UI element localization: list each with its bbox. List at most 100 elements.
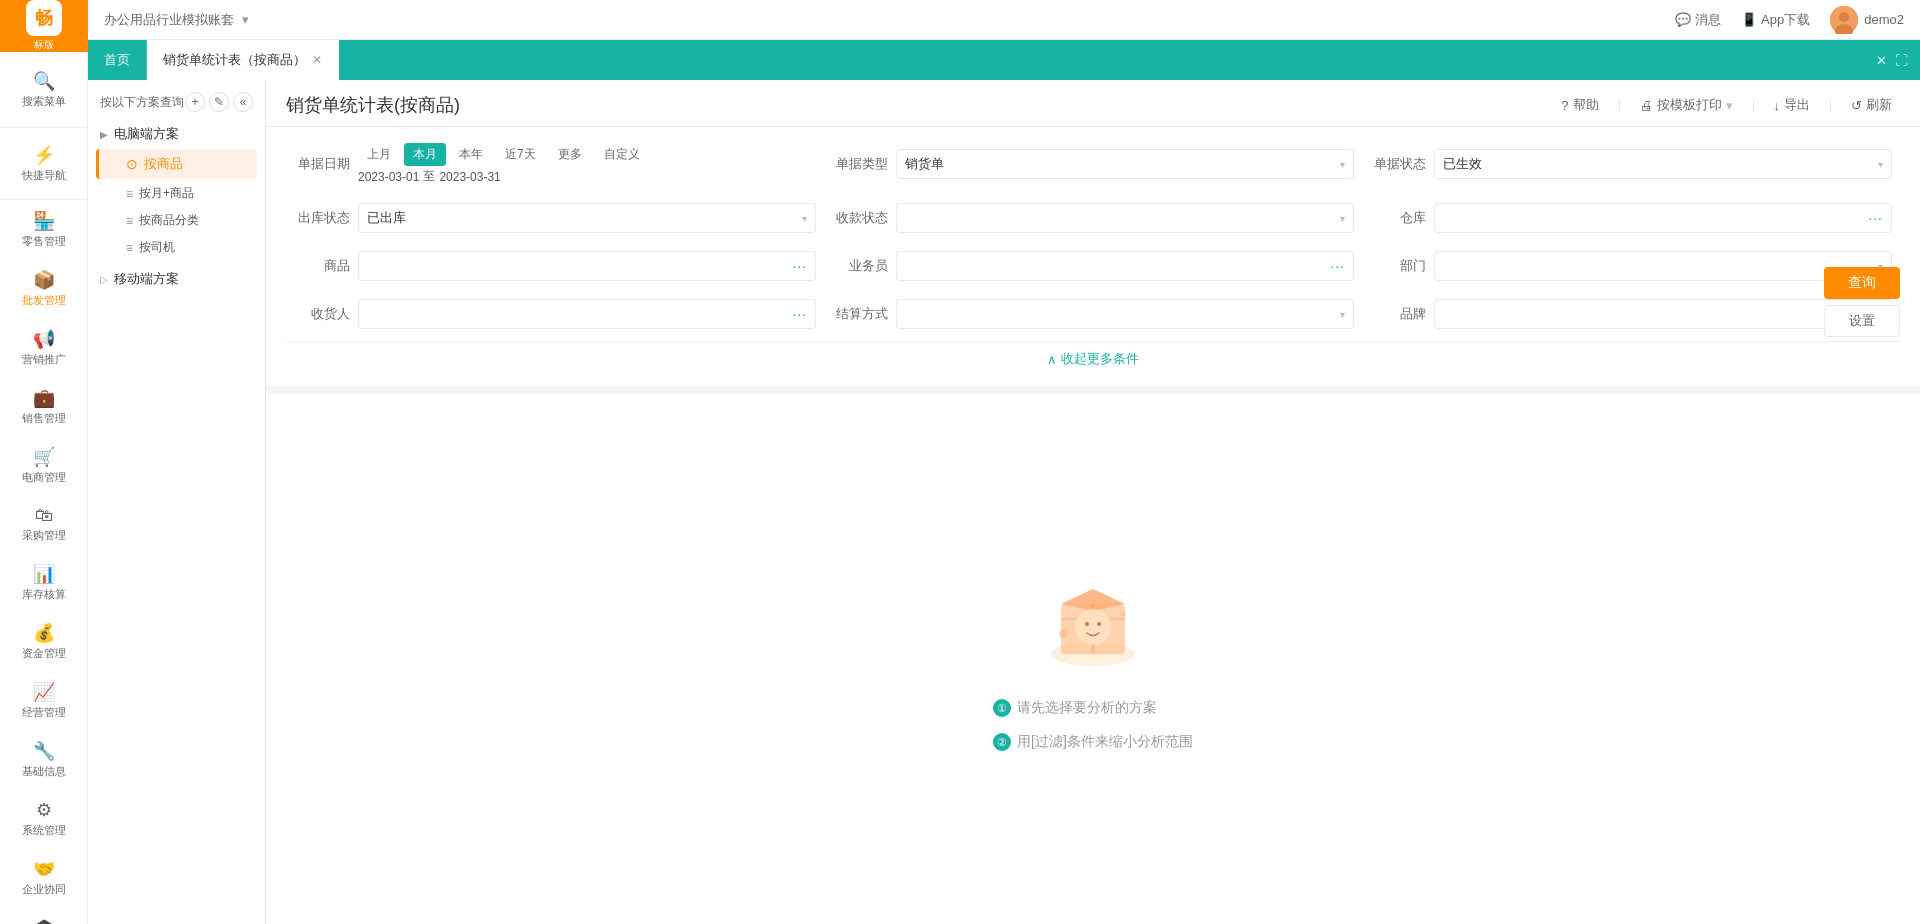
dept-label: 部门: [1370, 257, 1434, 275]
filter-goods: 商品 ···: [286, 247, 824, 285]
sidebar-item-ecommerce[interactable]: 🛒 电商管理: [0, 436, 88, 495]
nav-icon: ⚡: [33, 144, 55, 166]
newbie-icon: 🎓: [33, 917, 55, 924]
date-tag-last-month[interactable]: 上月: [358, 143, 400, 166]
scheme-item-by-month-product[interactable]: ≡ 按月+商品: [88, 180, 265, 207]
by-cashier-icon: ≡: [126, 241, 133, 255]
sidebar-item-enterprise[interactable]: 🤝 企业协同: [0, 848, 88, 907]
goods-select[interactable]: ···: [358, 251, 816, 281]
sidebar-item-marketing[interactable]: 📢 营销推广: [0, 318, 88, 377]
tab-close-icon[interactable]: ✕: [312, 53, 322, 67]
page-body: 按以下方案查询 + ✎ « ▶ 电脑端方案 ⊙ 按商品 ≡: [88, 80, 1920, 924]
date-tag-custom[interactable]: 自定义: [595, 143, 649, 166]
close-window-icon[interactable]: ✕: [1876, 53, 1887, 68]
sidebar-item-wholesale[interactable]: 📦 批发管理: [0, 259, 88, 318]
help-btn[interactable]: ? 帮助: [1553, 92, 1606, 118]
mobile-group-label: 移动端方案: [114, 270, 179, 288]
logo-icon: 畅: [26, 0, 62, 36]
out-status-select[interactable]: 已出库 ▾: [358, 203, 816, 233]
sidebar-item-search[interactable]: 🔍 搜索菜单: [0, 60, 88, 119]
sidebar-search-section: 🔍 搜索菜单: [0, 52, 87, 128]
filter-date: 单据日期 上月 本月 本年 近7天 更多 自定义 2023-: [286, 139, 824, 189]
help-icon: ?: [1561, 98, 1568, 113]
sidebar-item-inventory[interactable]: 📊 库存核算: [0, 553, 88, 612]
sidebar-item-newbie[interactable]: 🎓 新手引导: [0, 907, 88, 924]
svg-point-8: [1075, 609, 1111, 645]
sidebar-quicknav-section: ⚡ 快捷导航: [0, 128, 87, 200]
date-from: 2023-03-01: [358, 170, 419, 184]
sidebar-item-system[interactable]: ⚙ 系统管理: [0, 789, 88, 848]
staff-select[interactable]: ···: [896, 251, 1354, 281]
message-icon: 💬: [1675, 12, 1691, 27]
export-btn[interactable]: ↓ 导出: [1766, 92, 1819, 118]
sidebar-item-operations[interactable]: 📈 经营管理: [0, 671, 88, 730]
scheme-panel: 按以下方案查询 + ✎ « ▶ 电脑端方案 ⊙ 按商品 ≡: [88, 80, 266, 924]
type-control: 销货单 ▾: [896, 149, 1354, 179]
app-download-btn[interactable]: 📱 App下载: [1741, 11, 1810, 29]
query-btn[interactable]: 查询: [1824, 267, 1900, 299]
print-dropdown-arrow[interactable]: ▾: [1726, 98, 1733, 113]
sidebar-item-finance[interactable]: 💰 资金管理: [0, 612, 88, 671]
message-btn[interactable]: 💬 消息: [1675, 11, 1721, 29]
maximize-window-icon[interactable]: ⛶: [1895, 53, 1908, 68]
collect-status-select[interactable]: ▾: [896, 203, 1354, 233]
status-select[interactable]: 已生效 ▾: [1434, 149, 1892, 179]
date-tag-this-month[interactable]: 本月: [404, 143, 446, 166]
svg-point-12: [1120, 611, 1126, 617]
right-content: 销货单统计表(按商品) ? 帮助 🖨 按模板打印 ▾ ↓: [266, 80, 1920, 924]
by-month-icon: ≡: [126, 187, 133, 201]
sidebar-item-sales[interactable]: 💼 销售管理: [0, 377, 88, 436]
setting-btn[interactable]: 设置: [1824, 305, 1900, 337]
collapse-icon: ∧: [1047, 352, 1057, 367]
scheme-item-by-product[interactable]: ⊙ 按商品: [96, 149, 257, 179]
goods-dots: ···: [792, 258, 807, 274]
scheme-item-by-category[interactable]: ≡ 按商品分类: [88, 207, 265, 234]
logo-subtitle: 标版: [34, 38, 54, 52]
phone-icon: 📱: [1741, 12, 1757, 27]
pc-group-arrow: ▶: [100, 129, 108, 140]
by-product-label: 按商品: [144, 155, 183, 173]
type-select[interactable]: 销货单 ▾: [896, 149, 1354, 179]
tab-sales-stat-label: 销货单统计表（按商品）: [163, 51, 306, 69]
scheme-group-pc-header[interactable]: ▶ 电脑端方案: [88, 120, 265, 148]
scheme-group-mobile-header[interactable]: ▷ 移动端方案: [88, 265, 265, 293]
empty-tip-2: ② 用[过滤]条件来缩小分析范围: [993, 733, 1193, 751]
sidebar-item-retail[interactable]: 🏪 零售管理: [0, 200, 88, 259]
sidebar-item-purchase[interactable]: 🛍 采购管理: [0, 495, 88, 553]
sidebar: 畅 标版 🔍 搜索菜单 ⚡ 快捷导航 🏪 零售管理 📦 批发管理 📢 营销推广 …: [0, 0, 88, 924]
scheme-collapse-btn[interactable]: «: [233, 92, 253, 112]
sidebar-item-basic[interactable]: 🔧 基础信息: [0, 730, 88, 789]
finance-icon: 💰: [33, 622, 55, 644]
scheme-add-btn[interactable]: +: [185, 92, 205, 112]
payment-select[interactable]: ▾: [896, 299, 1354, 329]
scheme-item-by-cashier[interactable]: ≡ 按司机: [88, 234, 265, 261]
print-btn[interactable]: 🖨 按模板打印 ▾: [1632, 92, 1741, 118]
action-divider-2: [1753, 98, 1754, 112]
collapse-label: 收起更多条件: [1061, 350, 1139, 368]
out-status-value: 已出库: [367, 209, 406, 227]
date-tag-this-year[interactable]: 本年: [450, 143, 492, 166]
user-profile-btn[interactable]: demo2: [1830, 6, 1904, 34]
filter-brand: 品牌 ···: [1362, 295, 1900, 333]
tab-sales-stat[interactable]: 销货单统计表（按商品） ✕: [147, 40, 339, 80]
collect-status-arrow: ▾: [1340, 213, 1345, 224]
operations-icon: 📈: [33, 681, 55, 703]
dropdown-arrow[interactable]: ▾: [242, 12, 249, 27]
svg-point-9: [1085, 622, 1089, 626]
out-status-label: 出库状态: [294, 209, 358, 227]
receiver-select[interactable]: ···: [358, 299, 816, 329]
sidebar-item-quicknav[interactable]: ⚡ 快捷导航: [0, 134, 88, 193]
date-tag-7days[interactable]: 近7天: [496, 143, 545, 166]
tab-home[interactable]: 首页: [88, 40, 147, 80]
page-title-actions: ? 帮助 🖨 按模板打印 ▾ ↓ 导出: [1553, 92, 1900, 118]
app-logo[interactable]: 畅 标版: [0, 0, 88, 52]
refresh-btn[interactable]: ↺ 刷新: [1843, 92, 1900, 118]
status-label: 单据状态: [1370, 155, 1434, 173]
collapse-more-btn[interactable]: ∧ 收起更多条件: [286, 341, 1900, 374]
date-tag-more[interactable]: 更多: [549, 143, 591, 166]
warehouse-select[interactable]: ···: [1434, 203, 1892, 233]
status-control: 已生效 ▾: [1434, 149, 1892, 179]
status-dropdown-arrow: ▾: [1878, 159, 1883, 170]
warehouse-label: 仓库: [1370, 209, 1434, 227]
scheme-edit-btn[interactable]: ✎: [209, 92, 229, 112]
